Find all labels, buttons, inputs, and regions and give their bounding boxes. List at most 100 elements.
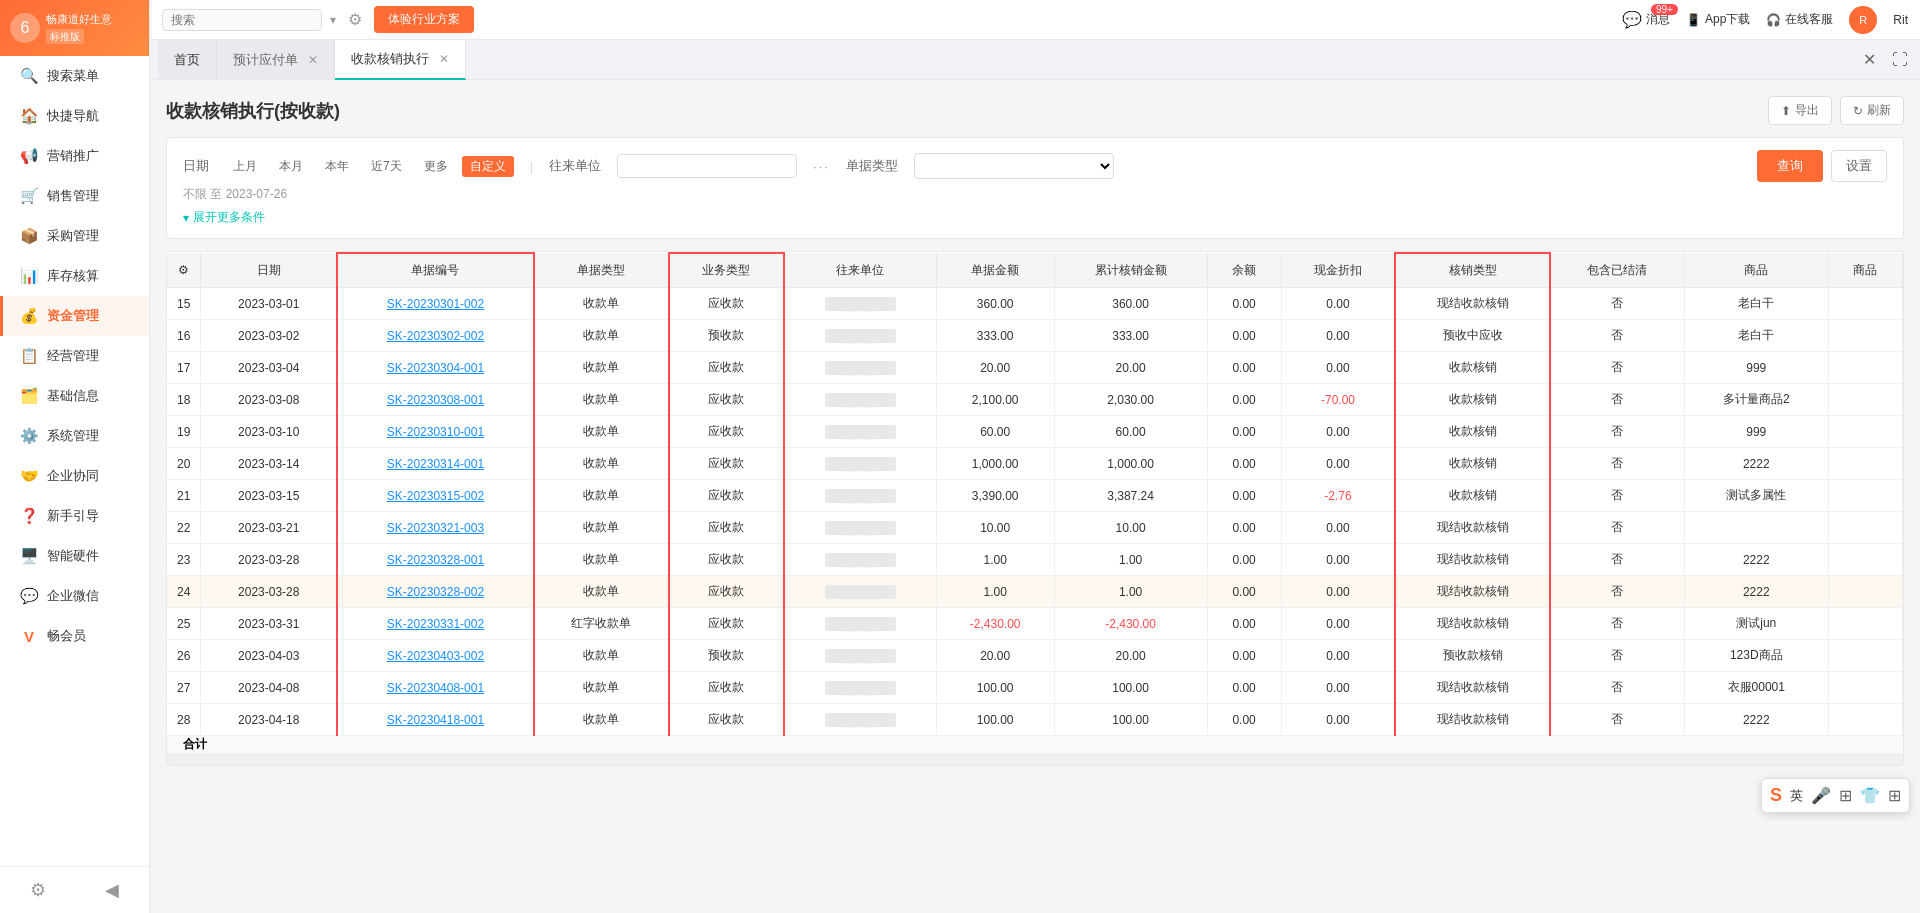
grid-icon[interactable]: ⊞: [1839, 786, 1852, 805]
filter-date-this-month[interactable]: 本月: [271, 156, 311, 177]
docno-link[interactable]: SK-20230321-003: [387, 521, 484, 535]
cell-biztype: 应收款: [669, 672, 784, 704]
cell-accum: 100.00: [1054, 704, 1207, 736]
sidebar-item-system[interactable]: ⚙️ 系统管理: [0, 416, 149, 456]
tab-home[interactable]: 首页: [158, 40, 217, 80]
tab-receipt[interactable]: 收款核销执行 ✕: [335, 40, 466, 80]
cell-partner: ████: [784, 448, 936, 480]
cell-amount: 333.00: [936, 320, 1054, 352]
table-card: ⚙ 日期 单据编号 单据类型 业务类型 往来单位 单据金额 累计核销金额 余额 …: [166, 251, 1904, 766]
sidebar-item-marketing[interactable]: 📢 营销推广: [0, 136, 149, 176]
sidebar-item-purchase[interactable]: 📦 采购管理: [0, 216, 149, 256]
cell-goods2: [1828, 608, 1902, 640]
cell-date: 2023-03-02: [201, 320, 337, 352]
system-icon: ⚙️: [19, 427, 39, 445]
cell-goods2: [1828, 288, 1902, 320]
table-row: 25 2023-03-31 SK-20230331-002 红字收款单 应收款 …: [167, 608, 1903, 640]
cell-biztype: 应收款: [669, 416, 784, 448]
tabbar-fullscreen-btn[interactable]: ⛶: [1888, 47, 1912, 73]
sidebar-item-basic[interactable]: 🗂️ 基础信息: [0, 376, 149, 416]
query-btn[interactable]: 查询: [1757, 150, 1823, 182]
topbar-gear-icon[interactable]: ⚙: [344, 10, 366, 29]
filter-date-7days[interactable]: 近7天: [363, 156, 410, 177]
cell-goods1: 2222: [1684, 544, 1828, 576]
tab-payable-label: 预计应付单: [233, 51, 298, 69]
page-title: 收款核销执行(按收款): [166, 99, 340, 123]
cell-goods2: [1828, 704, 1902, 736]
docno-link[interactable]: SK-20230331-002: [387, 617, 484, 631]
sidebar-collapse-btn[interactable]: ◀: [97, 875, 127, 905]
cell-docno: SK-20230308-001: [337, 384, 533, 416]
docno-link[interactable]: SK-20230304-001: [387, 361, 484, 375]
docno-link[interactable]: SK-20230408-001: [387, 681, 484, 695]
sidebar-item-inventory[interactable]: 📊 库存核算: [0, 256, 149, 296]
cell-included: 否: [1550, 640, 1684, 672]
docno-link[interactable]: SK-20230403-002: [387, 649, 484, 663]
cell-goods2: [1828, 512, 1902, 544]
cell-amount: 10.00: [936, 512, 1054, 544]
logo-icon: 6: [10, 13, 40, 43]
topbar-username[interactable]: Rit: [1893, 13, 1908, 27]
sidebar-item-quicknav[interactable]: 🏠 快捷导航: [0, 96, 149, 136]
cell-vertype: 收款核销: [1395, 352, 1550, 384]
sidebar-item-guide[interactable]: ❓ 新手引导: [0, 496, 149, 536]
topbar-online-service[interactable]: 🎧 在线客服: [1766, 11, 1833, 28]
sidebar-item-business[interactable]: 📋 经营管理: [0, 336, 149, 376]
shirt-icon[interactable]: 👕: [1860, 786, 1880, 805]
setting-btn[interactable]: 设置: [1831, 150, 1887, 182]
topbar-message[interactable]: 💬 消息 99+: [1622, 10, 1670, 29]
th-docno: 单据编号: [337, 253, 533, 288]
cell-doctype: 收款单: [534, 512, 669, 544]
mic-icon[interactable]: 🎤: [1811, 786, 1831, 805]
sidebar-item-corp[interactable]: 🤝 企业协同: [0, 456, 149, 496]
sidebar-item-member[interactable]: V 畅会员: [0, 616, 149, 656]
docno-link[interactable]: SK-20230315-002: [387, 489, 484, 503]
tabbar-close-all-btn[interactable]: ✕: [1859, 46, 1880, 73]
cell-biztype: 应收款: [669, 576, 784, 608]
user-avatar[interactable]: R: [1849, 6, 1877, 34]
docno-link[interactable]: SK-20230301-002: [387, 297, 484, 311]
cell-goods1: 999: [1684, 416, 1828, 448]
docno-link[interactable]: SK-20230328-001: [387, 553, 484, 567]
export-btn[interactable]: ⬆ 导出: [1768, 96, 1832, 125]
filter-doctype-select[interactable]: [914, 153, 1114, 179]
topbar-app-download[interactable]: 📱 App下载: [1686, 11, 1750, 28]
docno-link[interactable]: SK-20230314-001: [387, 457, 484, 471]
refresh-btn[interactable]: ↻ 刷新: [1840, 96, 1904, 125]
cell-biztype: 应收款: [669, 480, 784, 512]
topbar-search-input[interactable]: [162, 9, 322, 31]
topbar-industry-btn[interactable]: 体验行业方案: [374, 6, 474, 33]
tab-payable-close[interactable]: ✕: [308, 53, 318, 67]
horizontal-scrollbar[interactable]: [167, 753, 1903, 765]
cell-accum: 2,030.00: [1054, 384, 1207, 416]
sidebar-item-search[interactable]: 🔍 搜索菜单: [0, 56, 149, 96]
topbar-right: 💬 消息 99+ 📱 App下载 🎧 在线客服 R Rit: [1622, 6, 1908, 34]
filter-date-last-month[interactable]: 上月: [225, 156, 265, 177]
docno-link[interactable]: SK-20230308-001: [387, 393, 484, 407]
docno-link[interactable]: SK-20230418-001: [387, 713, 484, 727]
filter-date-more[interactable]: 更多: [416, 156, 456, 177]
tab-receipt-close[interactable]: ✕: [439, 52, 449, 66]
sidebar-settings-btn[interactable]: ⚙: [22, 875, 54, 905]
cell-accum: 1,000.00: [1054, 448, 1207, 480]
th-settings[interactable]: ⚙: [167, 253, 201, 288]
guide-icon: ❓: [19, 507, 39, 525]
docno-link[interactable]: SK-20230302-002: [387, 329, 484, 343]
docno-link[interactable]: SK-20230328-002: [387, 585, 484, 599]
docno-link[interactable]: SK-20230310-001: [387, 425, 484, 439]
topbar-dropdown-arrow[interactable]: ▾: [330, 13, 336, 27]
expand-conditions-btn[interactable]: ▾ 展开更多条件: [183, 209, 1887, 226]
sidebar-item-hardware[interactable]: 🖥️ 智能硬件: [0, 536, 149, 576]
cell-doctype: 收款单: [534, 416, 669, 448]
logo-name: 畅康道好生意: [46, 12, 112, 26]
sidebar-item-wechat[interactable]: 💬 企业微信: [0, 576, 149, 616]
sidebar-item-finance[interactable]: 💰 资金管理: [0, 296, 149, 336]
cell-amount: 20.00: [936, 640, 1054, 672]
filter-partner-input[interactable]: [617, 154, 797, 178]
tab-payable[interactable]: 预计应付单 ✕: [217, 40, 335, 80]
cell-partner: ████: [784, 512, 936, 544]
apps-icon[interactable]: ⊞: [1888, 786, 1901, 805]
sidebar-item-sales[interactable]: 🛒 销售管理: [0, 176, 149, 216]
filter-date-custom[interactable]: 自定义: [462, 156, 514, 177]
filter-date-this-year[interactable]: 本年: [317, 156, 357, 177]
